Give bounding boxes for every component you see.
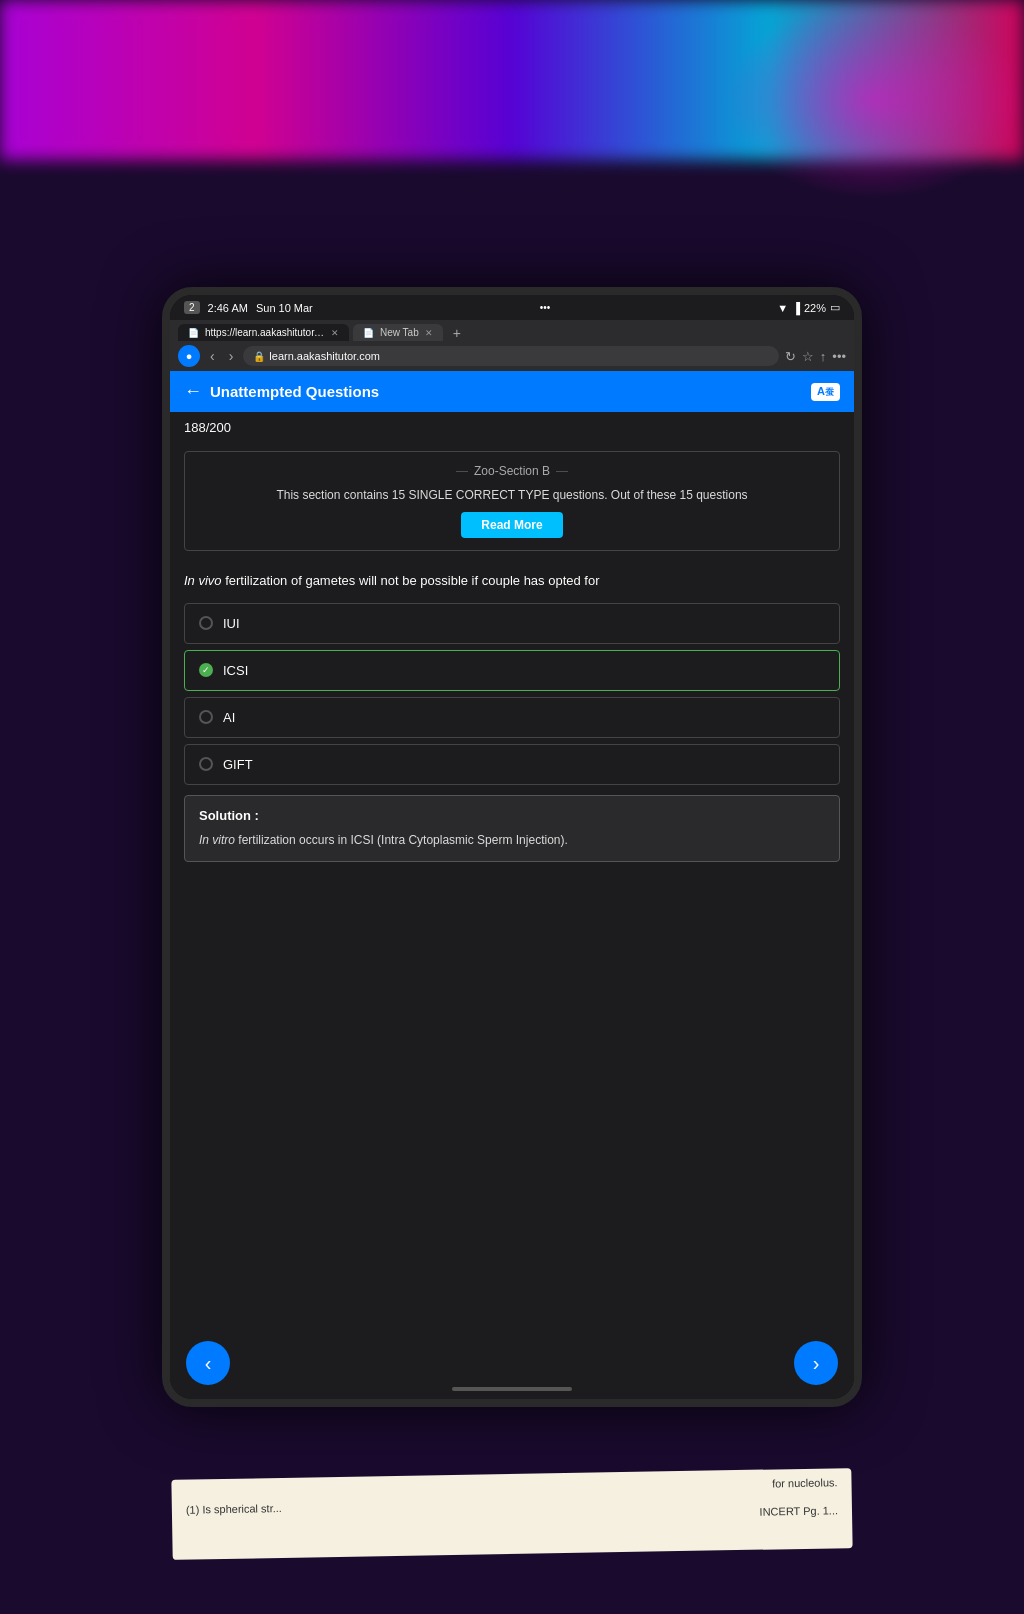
option-ai[interactable]: AI	[184, 697, 840, 738]
question-italic: In vivo	[184, 573, 222, 588]
tab1-close[interactable]: ✕	[331, 328, 339, 338]
status-bar: 2 2:46 AM Sun 10 Mar ••• ▼ ▐ 22% ▭	[170, 295, 854, 320]
option-icsi-label: ICSI	[223, 663, 248, 678]
status-time: 2:46 AM	[208, 302, 248, 314]
tab-indicator: 2	[184, 301, 200, 314]
solution-italic: In vitro	[199, 833, 235, 847]
question-counter: 188/200	[170, 412, 854, 443]
share-icon[interactable]: ↑	[820, 349, 827, 364]
page-title: Unattempted Questions	[210, 383, 379, 400]
new-tab[interactable]: 📄 New Tab ✕	[353, 324, 443, 341]
tab2-label: New Tab	[380, 327, 419, 338]
next-question-button[interactable]: ›	[794, 1341, 838, 1385]
back-button[interactable]: ←	[184, 381, 202, 402]
url-text: learn.aakashitutor.com	[269, 350, 380, 362]
option-ai-label: AI	[223, 710, 235, 725]
secure-icon: 🔒	[253, 351, 265, 362]
option-iui-radio	[199, 616, 213, 630]
tab2-close[interactable]: ✕	[425, 328, 433, 338]
battery-text: 22%	[804, 302, 826, 314]
section-title: Zoo-Section B	[197, 464, 827, 478]
page-header: ← Unattempted Questions A蚕	[170, 371, 854, 412]
prev-question-button[interactable]: ‹	[186, 1341, 230, 1385]
status-date: Sun 10 Mar	[256, 302, 313, 314]
more-dots: •••	[540, 302, 551, 313]
bookmark-icon[interactable]: ☆	[802, 349, 814, 364]
profile-icon: ●	[178, 345, 200, 367]
question-rest: fertilization of gametes will not be pos…	[225, 573, 599, 588]
option-iui[interactable]: IUI	[184, 603, 840, 644]
solution-box: Solution : In vitro fertilization occurs…	[184, 795, 840, 862]
signal-icon: ▐	[792, 302, 800, 314]
option-ai-radio	[199, 710, 213, 724]
option-gift-radio	[199, 757, 213, 771]
option-icsi[interactable]: ICSI	[184, 650, 840, 691]
notes-paper: for nucleolus. (1) Is spherical str... I…	[171, 1468, 852, 1560]
active-tab[interactable]: 📄 https://learn.aakashitutor.cor... ✕	[178, 324, 349, 341]
next-icon: ›	[813, 1352, 820, 1375]
url-bar[interactable]: 🔒 learn.aakashitutor.com	[243, 346, 779, 366]
ai-badge: A蚕	[811, 383, 840, 401]
section-description: This section contains 15 SINGLE CORRECT …	[197, 486, 827, 504]
page-content: ← Unattempted Questions A蚕 188/200 Zoo-S…	[170, 371, 854, 1399]
option-iui-label: IUI	[223, 616, 240, 631]
option-icsi-radio	[199, 663, 213, 677]
back-browser-button[interactable]: ‹	[206, 346, 219, 366]
add-tab-button[interactable]: +	[447, 325, 467, 341]
solution-rest: fertilization occurs in ICSI (Intra Cyto…	[238, 833, 567, 847]
prev-icon: ‹	[205, 1352, 212, 1375]
solution-label: Solution :	[199, 808, 825, 823]
question-text: In vivo fertilization of gametes will no…	[170, 559, 854, 603]
option-gift-label: GIFT	[223, 757, 253, 772]
refresh-icon[interactable]: ↻	[785, 349, 796, 364]
tab1-label: https://learn.aakashitutor.cor...	[205, 327, 325, 338]
tablet-device: 2 2:46 AM Sun 10 Mar ••• ▼ ▐ 22% ▭ 📄 htt…	[162, 287, 862, 1407]
solution-text: In vitro fertilization occurs in ICSI (I…	[199, 831, 825, 849]
battery-icon: ▭	[830, 301, 840, 314]
home-indicator	[452, 1387, 572, 1391]
read-more-button[interactable]: Read More	[461, 512, 562, 538]
counter-value: 188/200	[184, 420, 231, 435]
option-gift[interactable]: GIFT	[184, 744, 840, 785]
section-info-box: Zoo-Section B This section contains 15 S…	[184, 451, 840, 551]
wifi-icon: ▼	[777, 302, 788, 314]
browser-chrome: 📄 https://learn.aakashitutor.cor... ✕ 📄 …	[170, 320, 854, 371]
menu-icon[interactable]: •••	[832, 349, 846, 364]
forward-browser-button[interactable]: ›	[225, 346, 238, 366]
